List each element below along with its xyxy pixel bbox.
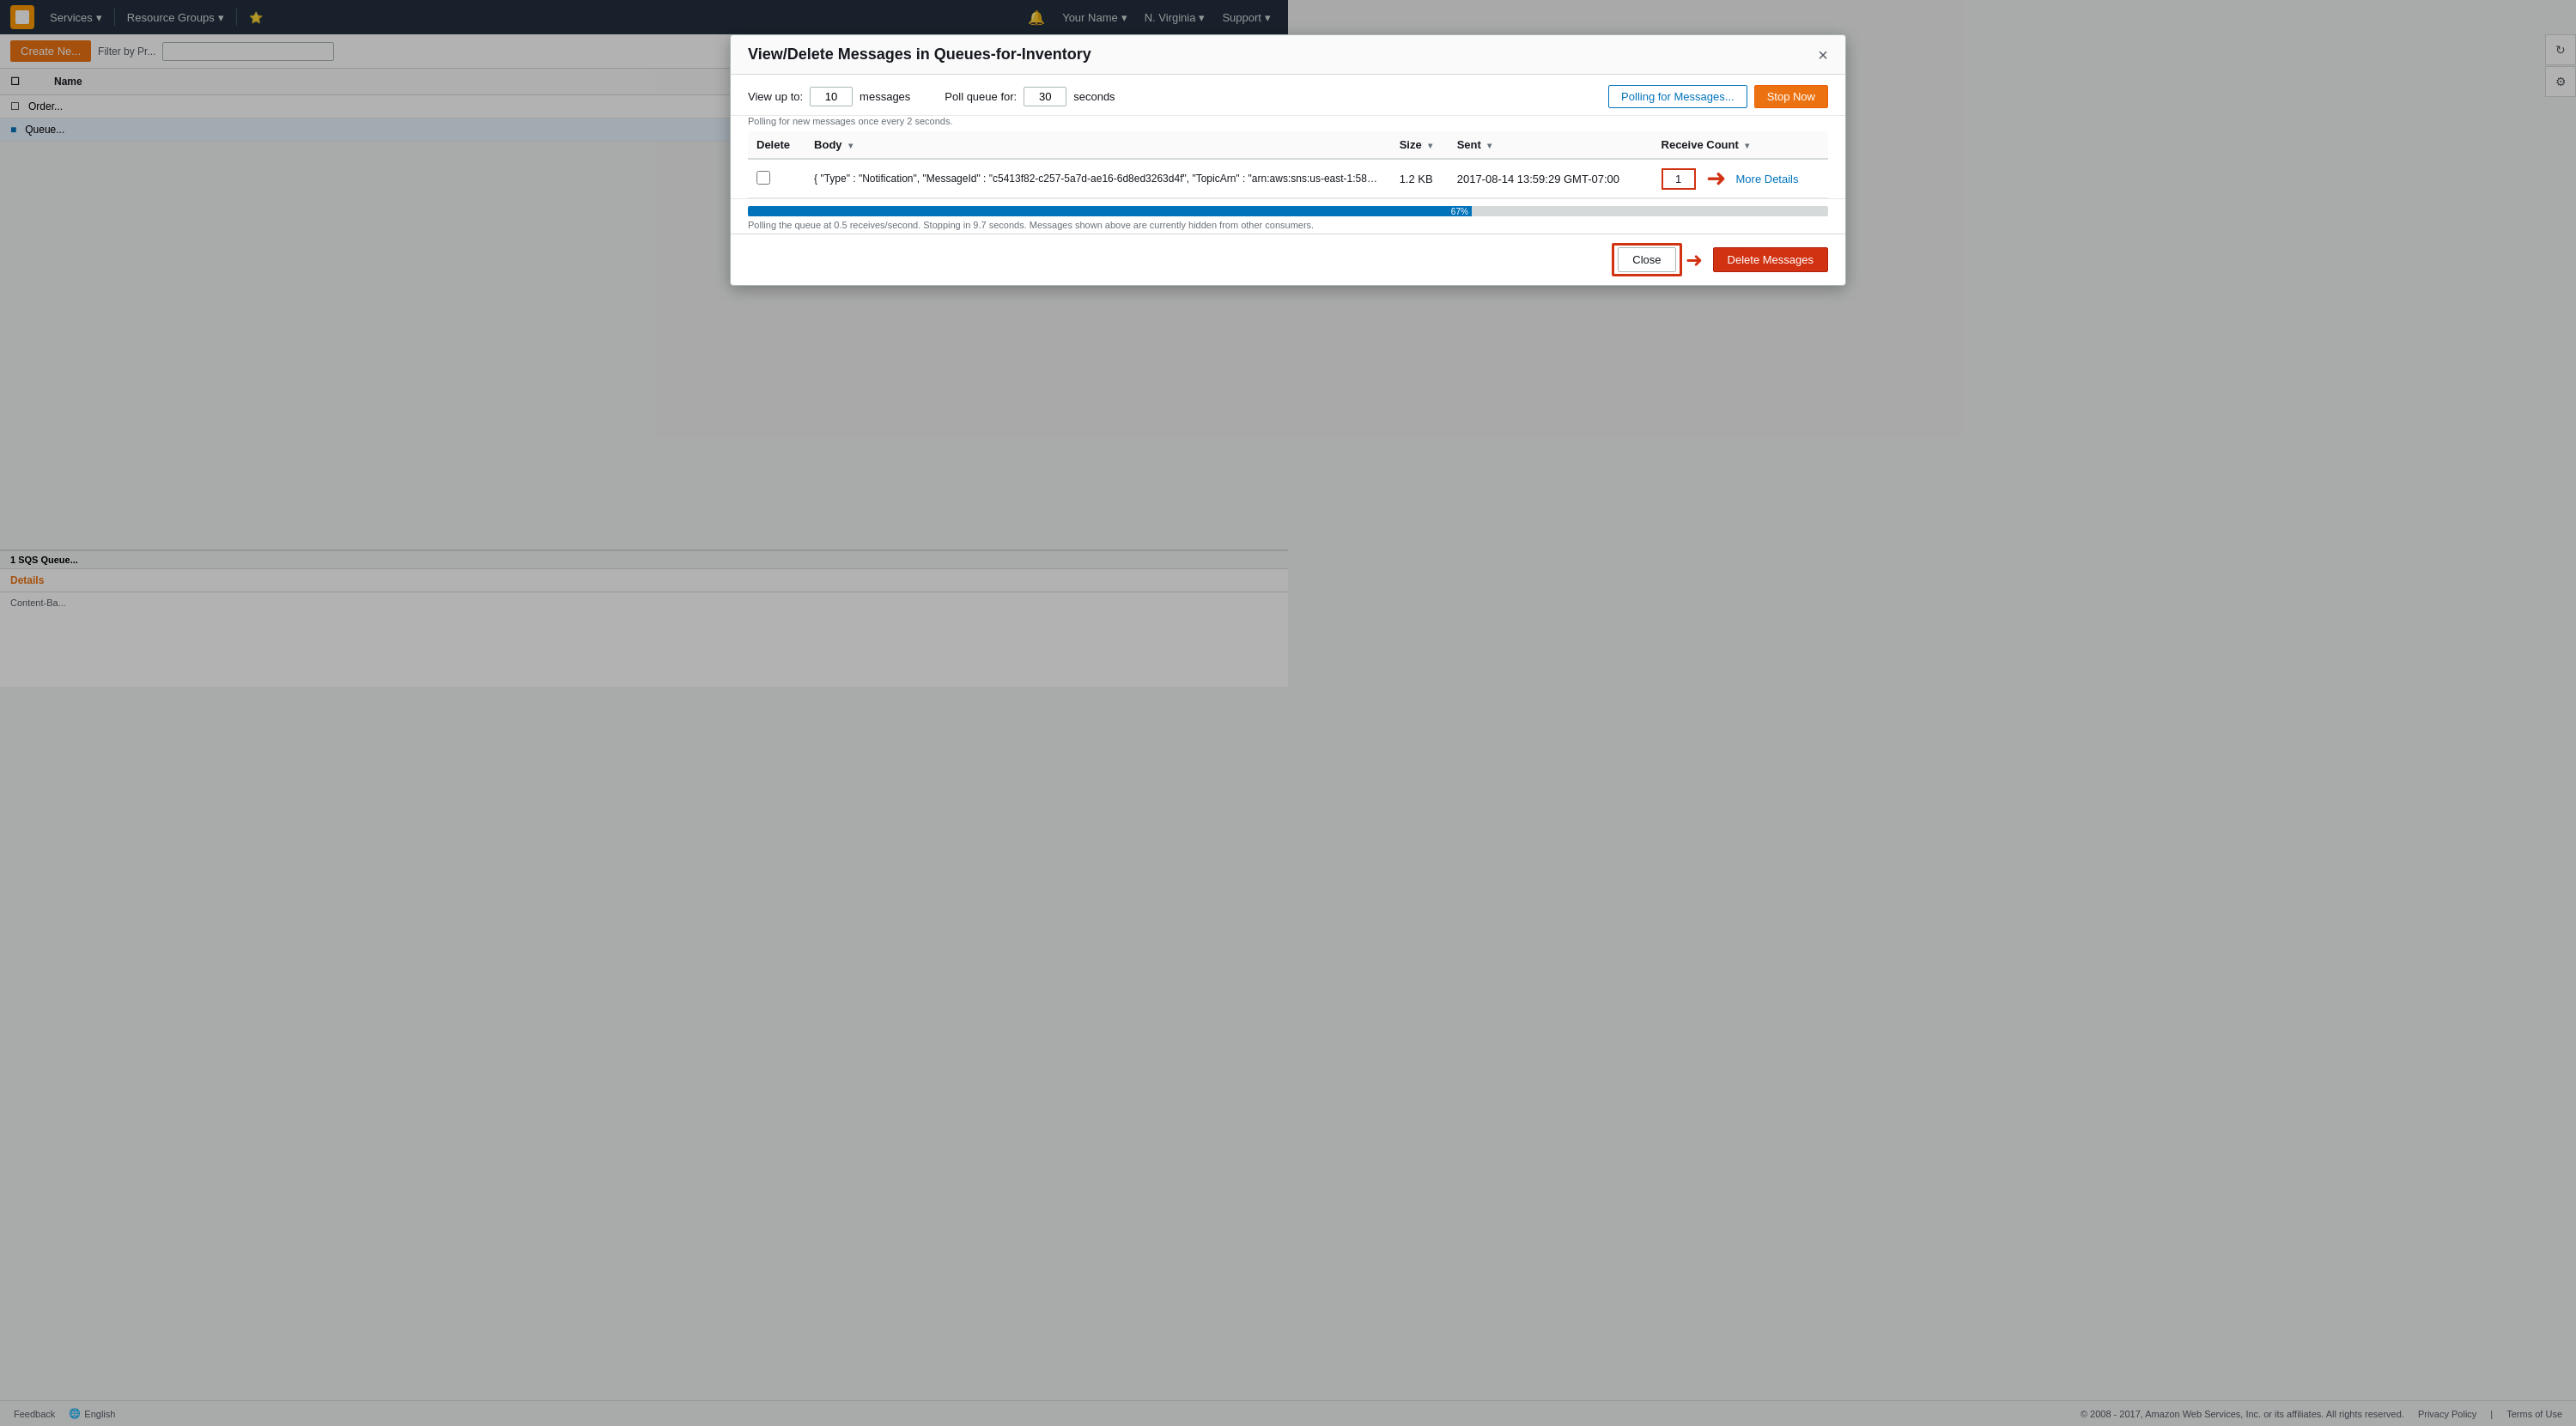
progress-status-label: Polling the queue at 0.5 receives/second…: [748, 220, 1288, 230]
messages-table: Delete Body ▾ Size ▾ Sent ▾: [748, 131, 1288, 198]
delete-col-label: Delete: [756, 138, 790, 151]
progress-status-text: Polling the queue at 0.5 receives/second…: [748, 220, 1288, 230]
polling-status-text: Polling for new messages once every 2 se…: [731, 116, 1288, 131]
col-header-delete: Delete: [748, 131, 805, 159]
view-up-to-label: View up to:: [748, 90, 803, 103]
messages-table-body: { "Type" : "Notification", "MessageId" :…: [748, 159, 1288, 198]
row-delete-checkbox[interactable]: [756, 171, 770, 185]
view-delete-messages-modal: View/Delete Messages in Queues-for-Inven…: [730, 34, 1288, 286]
modal-toolbar: View up to: messages Poll queue for: sec…: [731, 75, 1288, 116]
col-header-body[interactable]: Body ▾: [805, 131, 1288, 159]
body-cell: { "Type" : "Notification", "MessageId" :…: [805, 159, 1288, 198]
body-col-label: Body: [814, 138, 842, 151]
poll-queue-label: Poll queue for:: [945, 90, 1017, 103]
body-sort-icon: ▾: [848, 141, 853, 150]
modal-progress-section: 67% Polling the queue at 0.5 receives/se…: [731, 198, 1288, 234]
delete-cell: [748, 159, 805, 198]
modal-toolbar-left: View up to: messages Poll queue for: sec…: [748, 87, 1288, 106]
seconds-label: seconds: [1073, 90, 1115, 103]
modal-table-container: Delete Body ▾ Size ▾ Sent ▾: [731, 131, 1288, 198]
poll-queue-input[interactable]: [1024, 87, 1066, 106]
messages-label: messages: [860, 90, 910, 103]
progress-bar-fill: 67%: [748, 206, 1288, 216]
polling-status-label: Polling for new messages once every 2 se…: [748, 116, 952, 126]
table-header-row: Delete Body ▾ Size ▾ Sent ▾: [748, 131, 1288, 159]
modal-title: View/Delete Messages in Queues-for-Inven…: [748, 46, 1091, 64]
table-row: { "Type" : "Notification", "MessageId" :…: [748, 159, 1288, 198]
modal-header: View/Delete Messages in Queues-for-Inven…: [731, 35, 1288, 75]
modal-overlay: View/Delete Messages in Queues-for-Inven…: [0, 0, 1288, 713]
progress-bar-track: 67%: [748, 206, 1288, 216]
view-up-to-input[interactable]: [810, 87, 853, 106]
modal-footer: Close ➜ Delete Messages: [731, 234, 1288, 285]
